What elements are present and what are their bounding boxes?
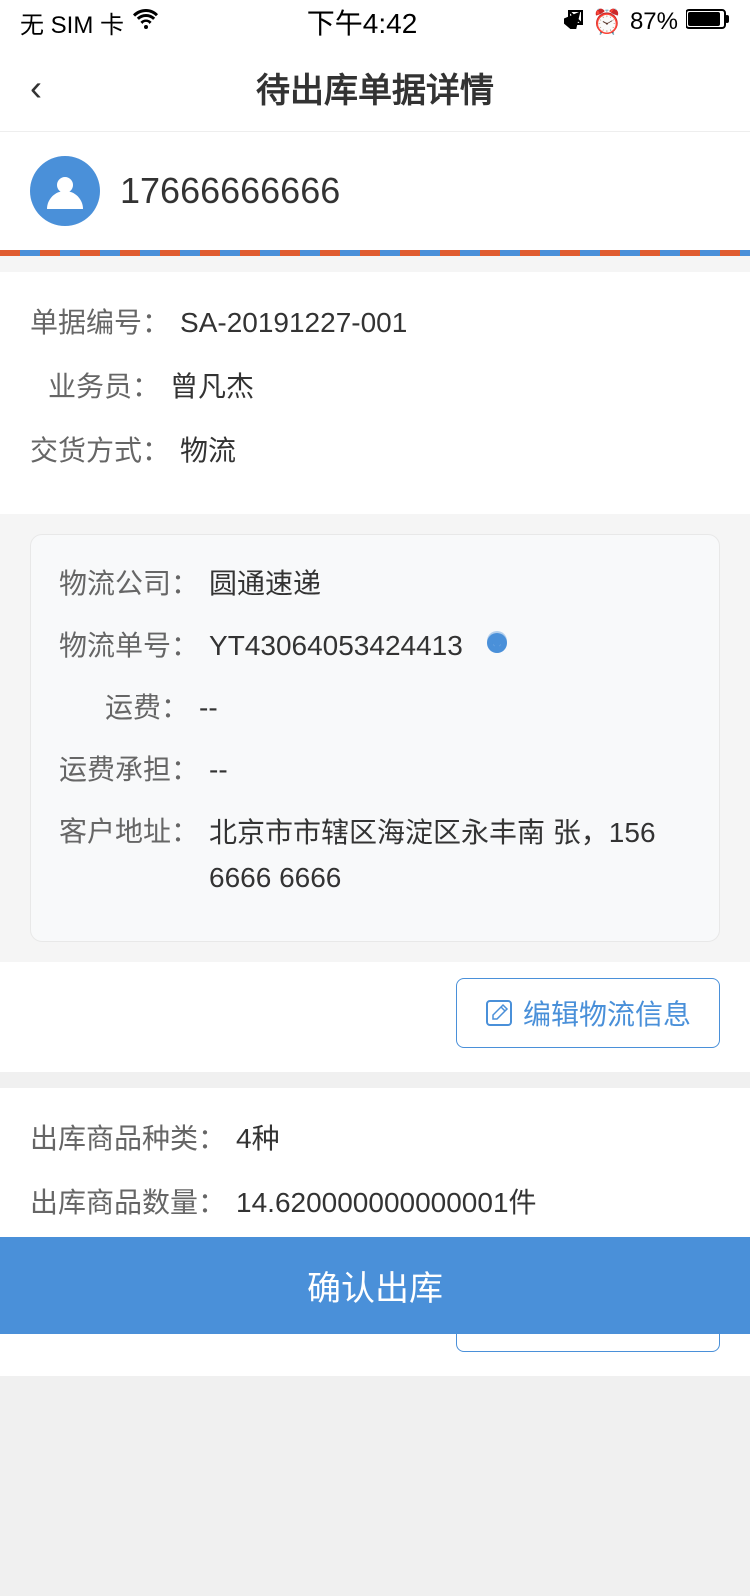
bottom-spacer [0,1376,750,1596]
confirm-outbound-button[interactable]: 确认出库 [30,1261,720,1310]
address-row: 客户地址： 北京市市辖区海淀区永丰南 张，156 6666 6666 [59,811,691,901]
freight-bearer-row: 运费承担： -- [59,749,691,791]
status-bar: 无 SIM 卡 下午4:42 ⏰ 87% [0,0,750,44]
salesman-label: 业务员： [30,366,170,408]
freight-bearer-value: -- [209,749,691,791]
logistics-company-row: 物流公司： 圆通速递 [59,563,691,605]
delivery-label: 交货方式： [30,430,180,472]
edit-icon [485,999,513,1027]
freight-bearer-label: 运费承担： [59,749,209,791]
logistics-tracking-label: 物流单号： [59,625,209,667]
order-no-row: 单据编号： SA-20191227-001 [30,302,720,344]
tracking-location-icon[interactable] [479,628,515,664]
location-status-icon [564,8,584,36]
delivery-row: 交货方式： 物流 [30,430,720,472]
freight-label: 运费： [59,687,199,729]
item-qty-label: 出库商品数量： [30,1182,236,1224]
edit-logistics-label: 编辑物流信息 [523,993,691,1033]
dashed-separator [0,250,750,256]
customer-phone: 17666666666 [120,170,340,212]
battery-text: 87% [630,8,678,36]
salesman-value: 曾凡杰 [170,366,720,408]
status-time: 下午4:42 [307,2,418,42]
item-type-value: 4种 [236,1118,720,1160]
tracking-number: YT43064053424413 [209,625,463,667]
logistics-company-value: 圆通速递 [209,563,691,605]
logistics-card: 物流公司： 圆通速递 物流单号： YT43064053424413 运费： --… [30,534,720,942]
item-type-row: 出库商品种类： 4种 [30,1118,720,1160]
edit-btn-row: 编辑物流信息 [0,962,750,1072]
order-no-label: 单据编号： [30,302,180,344]
address-label: 客户地址： [59,811,209,853]
edit-logistics-button[interactable]: 编辑物流信息 [456,978,720,1048]
address-value: 北京市市辖区海淀区永丰南 张，156 6666 6666 [209,811,691,901]
salesman-row: 业务员： 曾凡杰 [30,366,720,408]
item-qty-row: 出库商品数量： 14.620000000000001件 [30,1182,720,1224]
customer-header: 17666666666 [0,132,750,250]
logistics-tracking-value-row: YT43064053424413 [209,625,691,667]
page-title: 待出库单据详情 [256,63,494,112]
freight-value: -- [199,687,691,729]
status-right: ⏰ 87% [564,8,730,37]
nav-bar: ‹ 待出库单据详情 [0,44,750,132]
logistics-tracking-row: 物流单号： YT43064053424413 [59,625,691,667]
status-left: 无 SIM 卡 [20,5,160,40]
item-type-label: 出库商品种类： [30,1118,236,1160]
avatar [30,156,100,226]
section-divider-1 [0,1072,750,1088]
wifi-icon [132,8,160,36]
logistics-company-label: 物流公司： [59,563,209,605]
order-no-value: SA-20191227-001 [180,302,720,344]
alarm-icon: ⏰ [592,8,622,37]
confirm-btn-area: 确认出库 [0,1237,750,1334]
delivery-value: 物流 [180,430,720,472]
battery-icon [686,8,730,37]
back-button[interactable]: ‹ [30,57,52,119]
order-info-section: 单据编号： SA-20191227-001 业务员： 曾凡杰 交货方式： 物流 [0,272,750,514]
freight-row: 运费： -- [59,687,691,729]
carrier-text: 无 SIM 卡 [20,5,124,40]
item-qty-value: 14.620000000000001件 [236,1182,720,1224]
